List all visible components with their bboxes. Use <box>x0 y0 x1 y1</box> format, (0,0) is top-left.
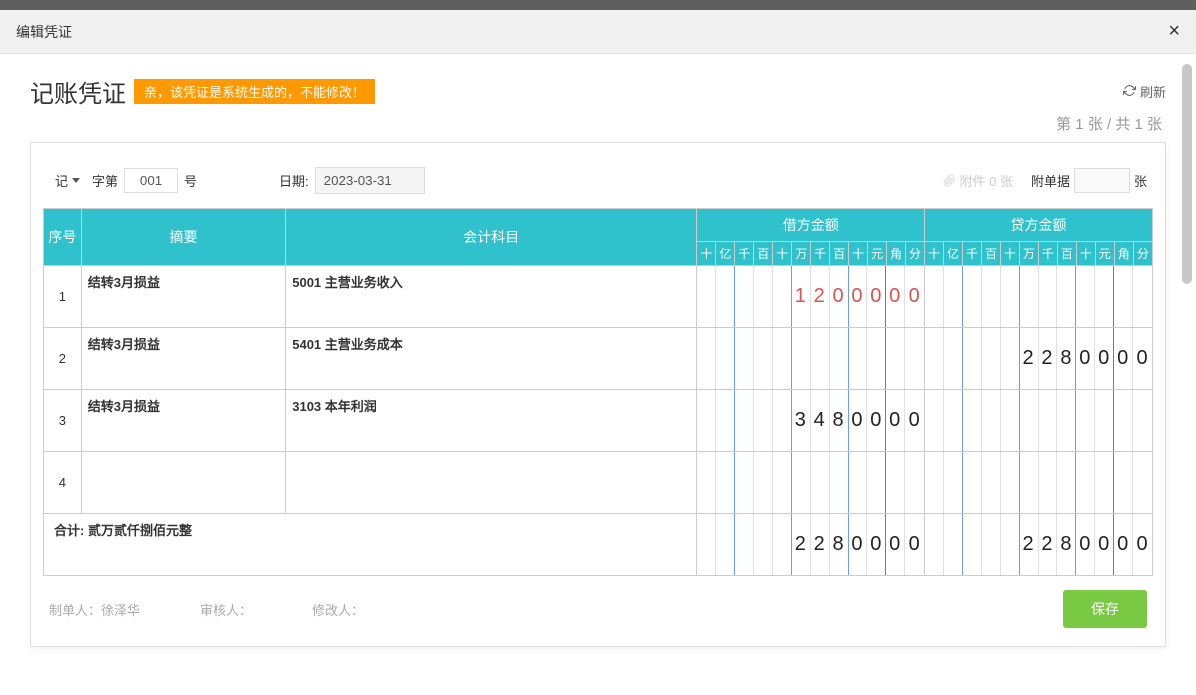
th-digit-unit: 角 <box>887 242 906 266</box>
scrollbar-thumb[interactable] <box>1182 64 1192 284</box>
th-digit-unit: 十 <box>1000 242 1019 266</box>
th-digit-unit: 万 <box>1019 242 1038 266</box>
voucher-table: 序号 摘要 会计科目 借方金额 贷方金额 十亿千百十万千百十元角分十亿千百十万千… <box>43 208 1153 576</box>
refresh-label: 刷新 <box>1140 82 1166 101</box>
modal-title: 编辑凭证 <box>16 22 72 42</box>
cell-idx: 4 <box>44 452 82 514</box>
th-debit: 借方金额 <box>697 209 925 242</box>
maker-field: 制单人：徐泽华 <box>49 600 140 619</box>
th-digit-unit: 亿 <box>944 242 963 266</box>
cell-idx: 3 <box>44 390 82 452</box>
cell-account[interactable]: 5401 主营业务成本 <box>286 328 697 390</box>
attachment-doc-label: 附单据 <box>1031 171 1070 190</box>
cell-summary[interactable]: 结转3月损益 <box>81 390 285 452</box>
cell-summary[interactable]: 结转3月损益 <box>81 328 285 390</box>
amount-cell[interactable]: 2280000 <box>925 328 1153 390</box>
th-summary: 摘要 <box>81 209 285 266</box>
refresh-button[interactable]: 刷新 <box>1123 82 1166 101</box>
table-row: 3结转3月损益3103 本年利润3480000 <box>44 390 1153 452</box>
th-digit-unit: 万 <box>792 242 811 266</box>
table-row: 1结转3月损益5001 主营业务收入1200000 <box>44 266 1153 328</box>
amount-cell[interactable] <box>925 266 1153 328</box>
amount-cell[interactable] <box>925 452 1153 514</box>
th-digit-unit: 百 <box>1057 242 1076 266</box>
th-digit-unit: 千 <box>735 242 754 266</box>
th-digit-unit: 十 <box>773 242 792 266</box>
total-row: 合计: 贰万贰仟捌佰元整22800002280000 <box>44 514 1153 576</box>
attachment-link-text: 附件 0 张 <box>960 171 1013 190</box>
amount-cell[interactable]: 1200000 <box>697 266 925 328</box>
voucher-type-select[interactable]: 记 <box>49 169 86 192</box>
th-digit-unit: 千 <box>1038 242 1057 266</box>
total-label: 合计: 贰万贰仟捌佰元整 <box>44 514 697 576</box>
th-digit-unit: 百 <box>754 242 773 266</box>
label-hao: 号 <box>184 171 197 190</box>
cell-summary[interactable]: 结转3月损益 <box>81 266 285 328</box>
th-digit-unit: 分 <box>1133 242 1152 266</box>
amount-cell[interactable]: 2280000 <box>697 514 925 576</box>
voucher-card: 记 字第 号 日期: 附件 0 张 附单据 <box>30 142 1166 647</box>
amount-cell[interactable]: 3480000 <box>697 390 925 452</box>
page-indicator: 第 1 张 / 共 1 张 <box>30 113 1166 134</box>
attachment-link[interactable]: 附件 0 张 <box>943 171 1013 190</box>
voucher-title: 记账凭证 <box>30 74 126 109</box>
cell-account[interactable]: 5001 主营业务收入 <box>286 266 697 328</box>
table-row: 4 <box>44 452 1153 514</box>
warning-tag: 亲，该凭证是系统生成的，不能修改！ <box>134 79 375 104</box>
amount-cell[interactable] <box>925 390 1153 452</box>
th-idx: 序号 <box>44 209 82 266</box>
label-zidi: 字第 <box>92 171 118 190</box>
th-digit-unit: 元 <box>868 242 887 266</box>
voucher-type-label: 记 <box>55 171 68 190</box>
th-digit-unit: 分 <box>906 242 925 266</box>
th-digit-unit: 百 <box>830 242 849 266</box>
amount-cell[interactable]: 2280000 <box>925 514 1153 576</box>
th-digit-unit: 十 <box>697 242 716 266</box>
amount-cell[interactable] <box>697 328 925 390</box>
th-account: 会计科目 <box>286 209 697 266</box>
th-digit-unit: 十 <box>925 242 944 266</box>
cell-account[interactable] <box>286 452 697 514</box>
close-icon[interactable]: × <box>1168 20 1180 43</box>
date-input[interactable] <box>315 167 425 194</box>
th-digit-unit: 元 <box>1095 242 1114 266</box>
th-digit-unit: 千 <box>811 242 830 266</box>
modal-header: 编辑凭证 × <box>0 10 1196 54</box>
attachment-count-input[interactable] <box>1074 168 1130 193</box>
refresh-icon <box>1123 84 1136 100</box>
table-row: 2结转3月损益5401 主营业务成本 2280000 <box>44 328 1153 390</box>
cell-account[interactable]: 3103 本年利润 <box>286 390 697 452</box>
th-digit-unit: 角 <box>1114 242 1133 266</box>
th-digit-unit: 千 <box>963 242 982 266</box>
amount-cell[interactable] <box>697 452 925 514</box>
save-button[interactable]: 保存 <box>1063 590 1147 628</box>
auditor-field: 审核人： <box>200 600 252 619</box>
cell-idx: 1 <box>44 266 82 328</box>
modifier-field: 修改人： <box>312 600 364 619</box>
th-credit: 贷方金额 <box>925 209 1153 242</box>
th-digit-unit: 百 <box>981 242 1000 266</box>
voucher-number-input[interactable] <box>124 168 178 193</box>
th-digit-unit: 亿 <box>716 242 735 266</box>
scrollbar-track[interactable] <box>1180 54 1194 677</box>
window-topbar <box>0 0 1196 10</box>
th-digit-unit: 十 <box>1076 242 1095 266</box>
th-digit-unit: 十 <box>849 242 868 266</box>
cell-idx: 2 <box>44 328 82 390</box>
label-zhang: 张 <box>1134 171 1147 190</box>
cell-summary[interactable] <box>81 452 285 514</box>
date-label: 日期: <box>279 171 309 190</box>
chevron-down-icon <box>72 178 80 183</box>
